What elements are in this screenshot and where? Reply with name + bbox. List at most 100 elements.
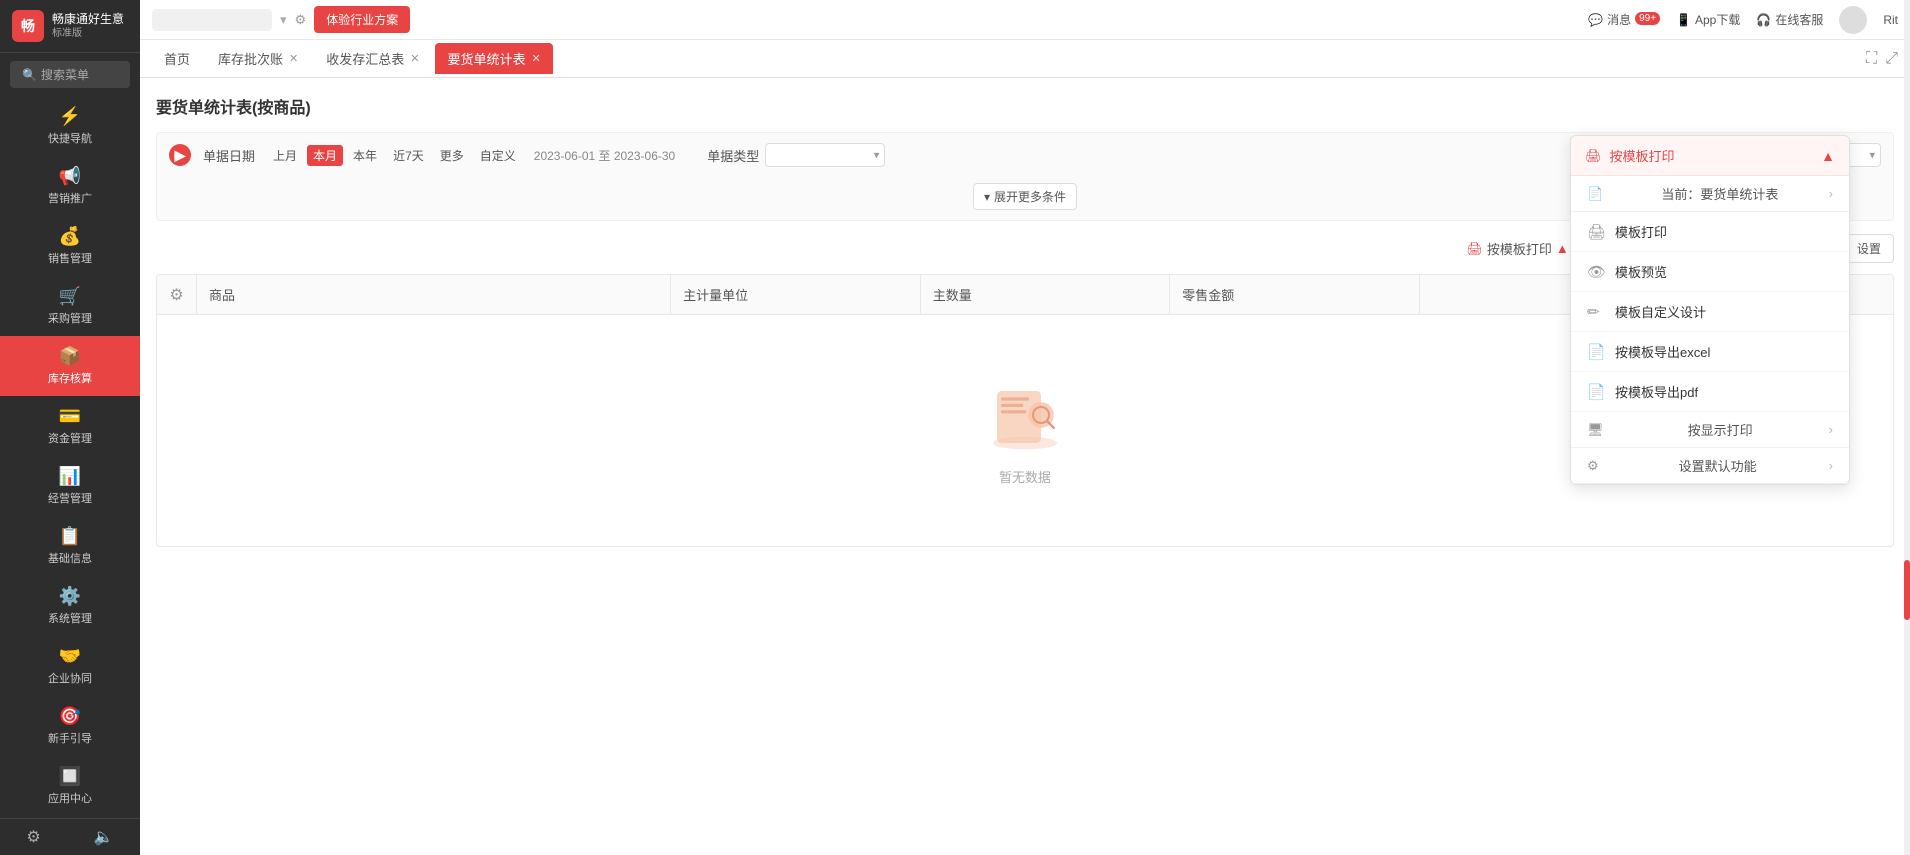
tab-expand-btn[interactable]: ⛶ — [1866, 50, 1877, 68]
sidebar-search[interactable]: 🔍 搜索菜单 — [10, 61, 130, 88]
headset-icon: 🎧 — [1756, 13, 1771, 27]
date-current-month[interactable]: 本月 — [307, 145, 343, 166]
type-select-wrapper[interactable] — [765, 143, 885, 167]
sidebar-item-marketing[interactable]: 📢 营销推广 — [0, 156, 140, 216]
export-pdf-icon: 📄 — [1587, 383, 1605, 401]
dropdown-item-template-preview[interactable]: 👁 模板预览 — [1571, 252, 1849, 292]
phone-icon: 📱 — [1676, 13, 1691, 27]
tab-close-receipt[interactable]: ✕ — [410, 52, 419, 65]
dropdown-item-export-excel[interactable]: 📄 按模板导出excel — [1571, 332, 1849, 372]
tab-actions: ⛶ ⤢ — [1866, 50, 1898, 68]
template-print-icon: 🖨 — [1587, 223, 1605, 241]
page-title: 要货单统计表(按商品) — [156, 94, 1894, 118]
tab-maximize-btn[interactable]: ⤢ — [1885, 50, 1898, 68]
dropdown-header-left: 🖨 按模板打印 — [1585, 146, 1675, 165]
display-print-icon: 🖥 — [1587, 422, 1604, 438]
user-avatar[interactable] — [1839, 6, 1867, 34]
template-custom-icon: ✏ — [1587, 303, 1605, 321]
dropdown-display-print[interactable]: 🖥 按显示打印 › — [1571, 412, 1849, 448]
message-icon: 💬 — [1588, 13, 1603, 27]
basic-icon: 📋 — [59, 526, 81, 547]
sidebar-item-basic[interactable]: 📋 基础信息 — [0, 516, 140, 576]
sidebar-item-quick-nav[interactable]: ⚡ 快捷导航 — [0, 96, 140, 156]
app-download-group[interactable]: 📱 App下载 — [1676, 11, 1740, 28]
sidebar-item-inventory[interactable]: 📦 库存核算 — [0, 336, 140, 396]
default-settings-icon: ⚙ — [1587, 458, 1599, 474]
online-service-group[interactable]: 🎧 在线客服 — [1756, 11, 1823, 28]
dropdown-item-template-custom[interactable]: ✏ 模板自定义设计 — [1571, 292, 1849, 332]
th-qty: 主数量 — [921, 275, 1171, 314]
date-prev-month[interactable]: 上月 — [267, 145, 303, 166]
tab-close-batch[interactable]: ✕ — [289, 52, 298, 65]
sales-icon: 💰 — [59, 226, 81, 247]
type-select[interactable] — [765, 143, 885, 167]
tab-batch-account[interactable]: 库存批次账 ✕ — [206, 43, 310, 74]
expand-more-btn[interactable]: ▾ 展开更多条件 — [973, 183, 1077, 210]
sidebar-item-operation[interactable]: 📊 经营管理 — [0, 456, 140, 516]
sidebar-item-apps[interactable]: 🔲 应用中心 — [0, 756, 140, 816]
sidebar-item-system[interactable]: ⚙️ 系统管理 — [0, 576, 140, 636]
tab-close-order[interactable]: ✕ — [532, 52, 541, 65]
date-current-year[interactable]: 本年 — [347, 145, 383, 166]
print-chevron-icon: ▲ — [1556, 241, 1569, 256]
dropdown-default-settings[interactable]: ⚙ 设置默认功能 › — [1571, 448, 1849, 484]
sidebar-item-enterprise[interactable]: 🤝 企业协同 — [0, 636, 140, 696]
filter-toggle-btn[interactable]: ▶ — [169, 144, 191, 166]
current-template-icon: 📄 — [1587, 186, 1603, 202]
finance-icon: 💳 — [59, 406, 81, 427]
table-gear-icon[interactable]: ⚙ — [169, 285, 183, 305]
settings-btn[interactable]: 设置 — [1844, 234, 1894, 263]
empty-illustration — [975, 375, 1075, 455]
settings-bottom-btn[interactable]: ⚙ — [26, 827, 40, 847]
inventory-icon: 📦 — [59, 346, 81, 367]
date-last-7-days[interactable]: 近7天 — [387, 145, 430, 166]
sidebar-item-sales[interactable]: 💰 销售管理 — [0, 216, 140, 276]
tab-bar: 首页 库存批次账 ✕ 收发存汇总表 ✕ 要货单统计表 ✕ ⛶ ⤢ — [140, 40, 1910, 78]
breadcrumb-dropdown-icon[interactable]: ▾ — [280, 12, 287, 28]
display-print-arrow: › — [1829, 422, 1833, 437]
tab-receipt-summary[interactable]: 收发存汇总表 ✕ — [314, 43, 431, 74]
purchase-icon: 🛒 — [59, 286, 81, 307]
date-filter-label: 单据日期 — [203, 146, 255, 165]
dropdown-item-export-pdf[interactable]: 📄 按模板导出pdf — [1571, 372, 1849, 412]
dropdown-current-template[interactable]: 📄 当前：要货单统计表 › — [1571, 176, 1849, 212]
type-filter-label: 单据类型 — [707, 146, 759, 165]
sidebar: 畅 畅康通好生意 标准版 🔍 搜索菜单 ⚡ 快捷导航 📢 营销推广 💰 销售管理… — [0, 0, 140, 855]
date-more[interactable]: 更多 — [434, 145, 470, 166]
type-filter-group: 单据类型 — [707, 143, 885, 167]
search-icon: 🔍 — [22, 68, 37, 82]
sidebar-item-purchase[interactable]: 🛒 采购管理 — [0, 276, 140, 336]
breadcrumb-input[interactable] — [152, 9, 272, 31]
th-product: 商品 — [197, 275, 671, 314]
messages-group[interactable]: 💬 消息 99+ — [1588, 11, 1660, 28]
apps-icon: 🔲 — [59, 766, 81, 787]
template-preview-icon: 👁 — [1587, 263, 1605, 281]
print-btn[interactable]: 🖨 按模板打印 ▲ — [1458, 235, 1576, 262]
expand-down-icon: ▾ — [984, 190, 990, 204]
export-excel-icon: 📄 — [1587, 343, 1605, 361]
sidebar-nav: ⚡ 快捷导航 📢 营销推广 💰 销售管理 🛒 采购管理 📦 库存核算 💳 资金管… — [0, 96, 140, 818]
sidebar-bottom: ⚙ 🔈 — [0, 818, 140, 855]
trial-btn[interactable]: 体验行业方案 — [314, 6, 410, 33]
sound-bottom-btn[interactable]: 🔈 — [94, 827, 114, 847]
quick-nav-icon: ⚡ — [59, 106, 81, 127]
header-settings-icon[interactable]: ⚙ — [295, 12, 307, 28]
sidebar-item-finance[interactable]: 💳 资金管理 — [0, 396, 140, 456]
dropdown-chevron-icon: ▲ — [1821, 148, 1835, 164]
print-dropdown-icon: 🖨 — [1585, 148, 1602, 164]
date-range-display: 2023-06-01 至 2023-06-30 — [534, 147, 675, 164]
right-scrollbar[interactable] — [1904, 0, 1910, 855]
print-icon: 🖨 — [1466, 241, 1483, 257]
scrollbar-thumb — [1904, 560, 1910, 620]
tab-order-stats[interactable]: 要货单统计表 ✕ — [435, 43, 552, 74]
date-custom[interactable]: 自定义 — [474, 145, 522, 166]
default-settings-arrow: › — [1829, 458, 1833, 473]
th-unit: 主计量单位 — [671, 275, 921, 314]
dropdown-header-right[interactable]: ▲ — [1821, 148, 1835, 164]
dropdown-item-template-print[interactable]: 🖨 模板打印 — [1571, 212, 1849, 252]
top-header: ▾ ⚙ 体验行业方案 💬 消息 99+ 📱 App下载 🎧 在线客服 Rit — [140, 0, 1910, 40]
print-dropdown: 🖨 按模板打印 ▲ 📄 当前：要货单统计表 › 🖨 模板打印 👁 模板预览 ✏ … — [1570, 135, 1850, 485]
sidebar-item-guide[interactable]: 🎯 新手引导 — [0, 696, 140, 756]
empty-text: 暂无数据 — [999, 467, 1051, 486]
tab-home[interactable]: 首页 — [152, 43, 202, 74]
